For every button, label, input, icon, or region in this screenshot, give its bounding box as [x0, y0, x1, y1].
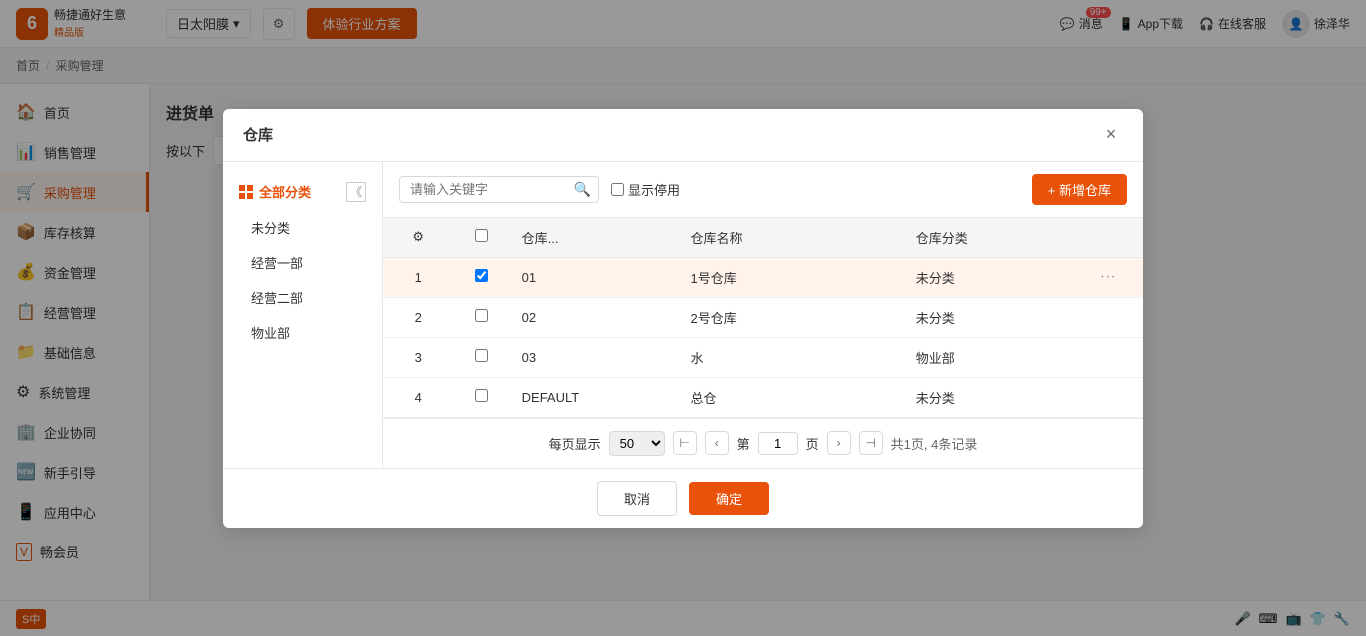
row-name: 2号仓库: [679, 297, 904, 337]
row-category: 物业部: [904, 337, 1073, 377]
table-panel: 🔍 显示停用 + 新增仓库 ⚙: [383, 162, 1143, 468]
row-code: 01: [510, 257, 679, 297]
page-total: 共1页, 4条记录: [891, 434, 978, 453]
table-header: ⚙ 仓库... 仓库名称: [383, 218, 1143, 258]
per-page-select[interactable]: 50 20 100: [609, 431, 665, 456]
row-check[interactable]: [453, 297, 509, 337]
th-category: 仓库分类: [904, 218, 1073, 258]
category-header-label: 全部分类: [239, 182, 311, 201]
modal-title: 仓库: [243, 124, 273, 145]
warehouse-modal: 仓库 × 全部分类 《 未分类 经营一部: [223, 109, 1143, 528]
page-next-button[interactable]: ›: [827, 431, 851, 455]
page-label: 第: [737, 434, 750, 453]
modal-header: 仓库 ×: [223, 109, 1143, 162]
row-idx: 3: [383, 337, 453, 377]
row-check[interactable]: [453, 257, 509, 297]
modal-footer: 取消 确定: [223, 468, 1143, 528]
row-checkbox[interactable]: [475, 349, 488, 362]
category-item-dept2[interactable]: 经营二部: [223, 280, 382, 315]
row-idx: 1: [383, 257, 453, 297]
table-body: 1 01 1号仓库 未分类 ··· 2 02 2号仓库 未分类 3 03 水 物…: [383, 257, 1143, 417]
row-category: 未分类: [904, 377, 1073, 417]
row-more[interactable]: [1073, 297, 1143, 337]
data-table: ⚙ 仓库... 仓库名称: [383, 218, 1143, 418]
th-more: [1073, 218, 1143, 258]
category-panel: 全部分类 《 未分类 经营一部 经营二部 物业部: [223, 162, 383, 468]
category-item-dept1[interactable]: 经营一部: [223, 245, 382, 280]
row-code: 03: [510, 337, 679, 377]
th-check: [453, 218, 509, 258]
table-row[interactable]: 4 DEFAULT 总仓 未分类: [383, 377, 1143, 417]
modal-close-button[interactable]: ×: [1099, 123, 1123, 147]
table-row[interactable]: 2 02 2号仓库 未分类: [383, 297, 1143, 337]
table-row[interactable]: 1 01 1号仓库 未分类 ···: [383, 257, 1143, 297]
per-page-label: 每页显示: [549, 434, 601, 453]
row-idx: 4: [383, 377, 453, 417]
th-name: 仓库名称: [679, 218, 904, 258]
modal-body: 全部分类 《 未分类 经营一部 经营二部 物业部 🔍: [223, 162, 1143, 468]
show-disabled-checkbox[interactable]: [611, 183, 624, 196]
grid-icon: [239, 185, 253, 199]
row-idx: 2: [383, 297, 453, 337]
table-toolbar: 🔍 显示停用 + 新增仓库: [383, 162, 1143, 218]
page-last-button[interactable]: ⊣: [859, 431, 883, 455]
category-collapse-button[interactable]: 《: [346, 182, 366, 202]
page-prev-button[interactable]: ‹: [705, 431, 729, 455]
row-check[interactable]: [453, 337, 509, 377]
row-name: 1号仓库: [679, 257, 904, 297]
search-wrap: 🔍: [399, 176, 599, 203]
confirm-button[interactable]: 确定: [689, 482, 769, 515]
search-input[interactable]: [399, 176, 599, 203]
add-warehouse-button[interactable]: + 新增仓库: [1032, 174, 1127, 205]
warehouse-table: ⚙ 仓库... 仓库名称: [383, 218, 1143, 418]
th-code: 仓库...: [510, 218, 679, 258]
row-checkbox[interactable]: [475, 269, 488, 282]
row-category: 未分类: [904, 297, 1073, 337]
category-header[interactable]: 全部分类 《: [223, 174, 382, 210]
row-name: 总仓: [679, 377, 904, 417]
all-categories-label: 全部分类: [259, 182, 311, 201]
row-code: DEFAULT: [510, 377, 679, 417]
row-code: 02: [510, 297, 679, 337]
show-disabled-label[interactable]: 显示停用: [611, 180, 680, 199]
row-checkbox[interactable]: [475, 309, 488, 322]
pagination: 每页显示 50 20 100 ⊢ ‹ 第 1 页 › ⊣ 共1页, 4条记录: [383, 418, 1143, 468]
page-unit: 页: [806, 434, 819, 453]
th-settings: ⚙: [383, 218, 453, 258]
search-icon[interactable]: 🔍: [574, 181, 591, 198]
row-more[interactable]: [1073, 337, 1143, 377]
row-more[interactable]: [1073, 377, 1143, 417]
row-category: 未分类: [904, 257, 1073, 297]
page-first-button[interactable]: ⊢: [673, 431, 697, 455]
row-more[interactable]: ···: [1073, 257, 1143, 297]
modal-overlay: 仓库 × 全部分类 《 未分类 经营一部: [0, 0, 1366, 636]
more-dots-icon[interactable]: ···: [1100, 268, 1116, 285]
category-item-property[interactable]: 物业部: [223, 315, 382, 350]
page-number-input[interactable]: 1: [758, 432, 798, 455]
cancel-button[interactable]: 取消: [597, 481, 677, 516]
row-name: 水: [679, 337, 904, 377]
category-item-unclassified[interactable]: 未分类: [223, 210, 382, 245]
table-row[interactable]: 3 03 水 物业部: [383, 337, 1143, 377]
select-all-checkbox[interactable]: [475, 229, 488, 242]
row-check[interactable]: [453, 377, 509, 417]
row-checkbox[interactable]: [475, 389, 488, 402]
